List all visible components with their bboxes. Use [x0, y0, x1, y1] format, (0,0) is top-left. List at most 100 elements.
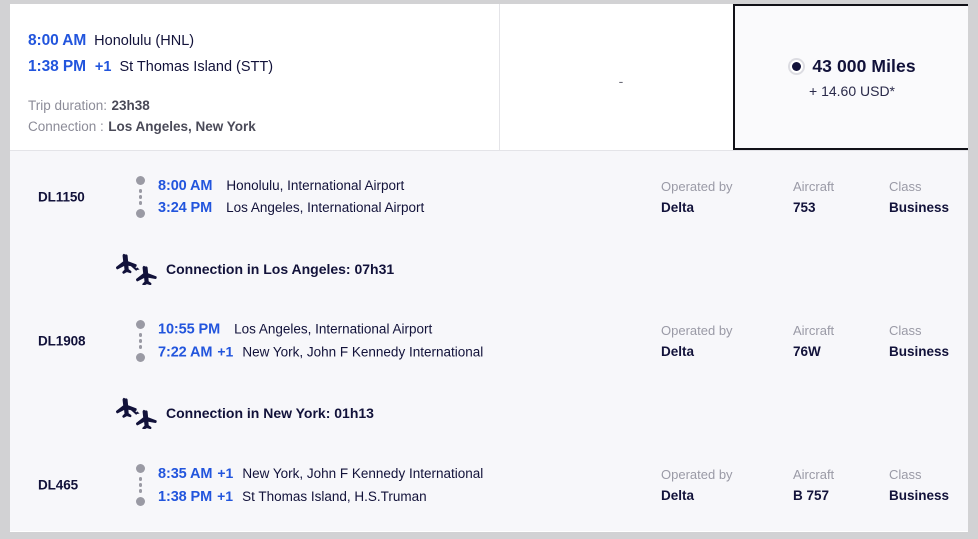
- segments-body: DL1150 8:00 AM Honolulu, International A…: [10, 151, 968, 531]
- connection-row: Connection in Los Angeles: 07h31: [10, 243, 968, 295]
- class-label: Class: [889, 179, 922, 194]
- aircraft-value: B 757: [793, 488, 830, 503]
- flight-itinerary-screen: 8:00 AM Honolulu (HNL) 1:38 PM +1 St Tho…: [0, 0, 978, 539]
- connection-text: Connection in Los Angeles: 07h31: [166, 261, 395, 277]
- timeline-dot-arrive-icon: [136, 353, 145, 362]
- operator-label: Operated by: [661, 179, 733, 194]
- segment-arrive-row: 3:24 PM Los Angeles, International Airpo…: [158, 197, 628, 219]
- segment-depart-airport: Honolulu, International Airport: [226, 178, 405, 193]
- connection-inner: Connection in Los Angeles: 07h31: [112, 253, 394, 285]
- aircraft-label: Aircraft: [793, 179, 835, 194]
- price-option-miles[interactable]: 43 000 Miles + 14.60 USD*: [733, 4, 968, 150]
- route-depart-place: Honolulu (HNL): [94, 33, 195, 49]
- segment-depart-time: 10:55 PM: [158, 321, 221, 338]
- segment-depart-row: 10:55 PM Los Angeles, International Airp…: [158, 319, 628, 341]
- segment-flight-number: DL465: [38, 477, 79, 493]
- summary-placeholder-dash: -: [618, 73, 624, 89]
- price-main-row: 43 000 Miles: [788, 55, 916, 77]
- segment-class-column: Class Business: [889, 464, 949, 506]
- segment-arrive-day-offset: +1: [217, 343, 234, 360]
- route-arrive-place: St Thomas Island (STT): [119, 59, 274, 75]
- segment-depart-time: 8:35 AM: [158, 466, 213, 482]
- trip-duration-label: Trip duration:: [28, 98, 108, 113]
- segment-operator-column: Operated by Delta: [661, 464, 733, 506]
- connection-row: Connection in New York: 01h13: [10, 387, 968, 439]
- segment-times: 8:35 AM +1 New York, John F Kennedy Inte…: [158, 462, 628, 508]
- route-summary: 8:00 AM Honolulu (HNL) 1:38 PM +1 St Tho…: [28, 28, 488, 137]
- segment-arrive-time: 7:22 AM: [158, 344, 213, 361]
- segment-arrive-day-offset: +1: [217, 488, 234, 504]
- route-arrive-time: 1:38 PM: [28, 58, 86, 75]
- segment-flight-number: DL1150: [38, 189, 85, 205]
- timeline-marker-icon: [135, 464, 146, 506]
- timeline-dot-depart-icon: [136, 464, 145, 473]
- segment-arrive-airport: New York, John F Kennedy International: [242, 344, 484, 360]
- trip-connection-value: Los Angeles, New York: [108, 119, 256, 134]
- connection-text: Connection in New York: 01h13: [166, 405, 374, 421]
- timeline-track-icon: [138, 329, 143, 353]
- operator-value: Delta: [661, 344, 695, 359]
- segment-arrive-time: 1:38 PM: [158, 489, 213, 505]
- class-label: Class: [889, 467, 922, 482]
- timeline-marker-icon: [135, 320, 146, 362]
- route-arrive-line: 1:38 PM +1 St Thomas Island (STT): [28, 54, 488, 80]
- route-depart-line: 8:00 AM Honolulu (HNL): [28, 28, 488, 54]
- timeline-track-icon: [138, 185, 143, 209]
- segment-operator-column: Operated by Delta: [661, 320, 733, 362]
- timeline-dot-arrive-icon: [136, 497, 145, 506]
- segment-arrive-row: 7:22 AM +1 New York, John F Kennedy Inte…: [158, 341, 628, 364]
- connection-inner: Connection in New York: 01h13: [112, 397, 374, 429]
- timeline-dot-arrive-icon: [136, 209, 145, 218]
- operator-value: Delta: [661, 200, 695, 215]
- summary-vertical-divider: [499, 4, 500, 151]
- connecting-flights-icon: [115, 253, 157, 285]
- flight-segment: DL465 8:35 AM +1 New York, John F Kenned…: [10, 439, 968, 531]
- segment-arrive-row: 1:38 PM +1 St Thomas Island, H.S.Truman: [158, 485, 628, 508]
- segment-aircraft-column: Aircraft B 757: [793, 464, 834, 506]
- flight-segment: DL1908 10:55 PM Los Angeles, Internation…: [10, 295, 968, 387]
- segment-depart-time: 8:00 AM: [158, 178, 213, 194]
- operator-label: Operated by: [661, 467, 733, 482]
- segment-depart-day-offset: +1: [217, 465, 234, 481]
- class-value: Business: [889, 344, 950, 359]
- segment-depart-row: 8:00 AM Honolulu, International Airport: [158, 175, 628, 197]
- class-value: Business: [889, 488, 950, 503]
- segment-aircraft-column: Aircraft 76W: [793, 320, 834, 362]
- aircraft-label: Aircraft: [793, 323, 835, 338]
- segment-arrive-time: 3:24 PM: [158, 200, 213, 216]
- trip-meta: Trip duration: 23h38 Connection : Los An…: [28, 95, 488, 137]
- segment-aircraft-column: Aircraft 753: [793, 176, 834, 218]
- route-depart-time: 8:00 AM: [28, 32, 87, 49]
- route-arrive-day-offset: +1: [94, 59, 112, 75]
- segment-class-column: Class Business: [889, 176, 949, 218]
- trip-connection-line: Connection : Los Angeles, New York: [28, 116, 488, 137]
- aircraft-value: 753: [793, 200, 816, 215]
- operator-label: Operated by: [661, 323, 733, 338]
- flight-segment: DL1150 8:00 AM Honolulu, International A…: [10, 151, 968, 243]
- price-miles-amount: 43 000 Miles: [812, 55, 916, 76]
- operator-value: Delta: [661, 488, 695, 503]
- segment-operator-column: Operated by Delta: [661, 176, 733, 218]
- segment-arrive-airport: St Thomas Island, H.S.Truman: [242, 489, 427, 504]
- timeline-track-icon: [138, 473, 143, 497]
- segment-class-column: Class Business: [889, 320, 949, 362]
- trip-duration-line: Trip duration: 23h38: [28, 95, 488, 116]
- aircraft-label: Aircraft: [793, 467, 835, 482]
- segment-depart-airport: New York, John F Kennedy International: [242, 466, 484, 481]
- itinerary-summary-header: 8:00 AM Honolulu (HNL) 1:38 PM +1 St Tho…: [10, 4, 968, 151]
- price-taxes-amount: + 14.60 USD*: [809, 82, 895, 99]
- segment-depart-row: 8:35 AM +1 New York, John F Kennedy Inte…: [158, 462, 628, 485]
- timeline-marker-icon: [135, 176, 146, 218]
- radio-selected-icon[interactable]: [788, 57, 806, 75]
- timeline-dot-depart-icon: [136, 176, 145, 185]
- trip-connection-label: Connection :: [28, 119, 104, 134]
- segment-times: 8:00 AM Honolulu, International Airport …: [158, 175, 628, 219]
- connecting-flights-icon: [115, 397, 157, 429]
- timeline-dot-depart-icon: [136, 320, 145, 329]
- aircraft-value: 76W: [793, 344, 821, 359]
- class-label: Class: [889, 323, 922, 338]
- itinerary-card: 8:00 AM Honolulu (HNL) 1:38 PM +1 St Tho…: [10, 4, 968, 532]
- segment-arrive-airport: Los Angeles, International Airport: [226, 200, 425, 215]
- segment-times: 10:55 PM Los Angeles, International Airp…: [158, 319, 628, 364]
- segment-flight-number: DL1908: [38, 333, 86, 349]
